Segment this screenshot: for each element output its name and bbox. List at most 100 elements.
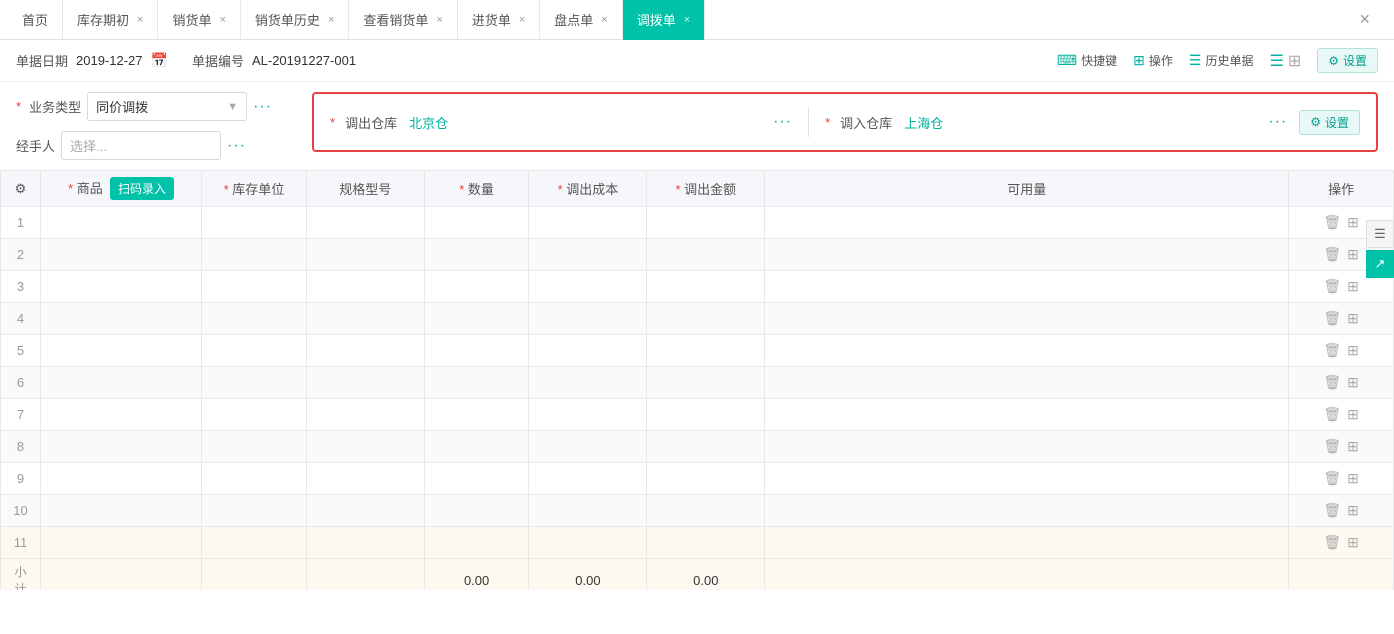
row-cost-11[interactable]: [529, 527, 647, 559]
row-amount-4[interactable]: [647, 303, 765, 335]
scan-button[interactable]: 扫码录入: [110, 177, 174, 200]
operation-button[interactable]: ⊞ 操作: [1133, 52, 1173, 69]
row-product-1[interactable]: [41, 207, 202, 239]
copy-icon-2[interactable]: ⊞: [1347, 246, 1359, 263]
row-available-2[interactable]: [765, 239, 1289, 271]
row-unit-8[interactable]: [202, 431, 307, 463]
row-amount-5[interactable]: [647, 335, 765, 367]
in-warehouse-more-icon[interactable]: ···: [1268, 113, 1287, 131]
delete-icon-7[interactable]: 🗑: [1323, 406, 1341, 423]
delete-icon-10[interactable]: 🗑: [1323, 502, 1341, 519]
float-list-icon[interactable]: ☰: [1366, 220, 1394, 248]
delete-icon-5[interactable]: 🗑: [1323, 342, 1341, 359]
row-spec-8[interactable]: [306, 431, 424, 463]
row-product-4[interactable]: [41, 303, 202, 335]
delete-icon-2[interactable]: 🗑: [1323, 246, 1341, 263]
float-expand-icon[interactable]: ↗: [1366, 250, 1394, 278]
row-available-7[interactable]: [765, 399, 1289, 431]
row-unit-7[interactable]: [202, 399, 307, 431]
row-amount-1[interactable]: [647, 207, 765, 239]
row-quantity-5[interactable]: [424, 335, 529, 367]
row-cost-10[interactable]: [529, 495, 647, 527]
tab-transfer[interactable]: 调拨单 ×: [623, 0, 705, 40]
row-unit-1[interactable]: [202, 207, 307, 239]
row-product-11[interactable]: [41, 527, 202, 559]
row-spec-2[interactable]: [306, 239, 424, 271]
delete-icon-3[interactable]: 🗑: [1323, 278, 1341, 295]
row-amount-6[interactable]: [647, 367, 765, 399]
row-quantity-1[interactable]: [424, 207, 529, 239]
row-unit-5[interactable]: [202, 335, 307, 367]
tab-close-sales[interactable]: ×: [219, 14, 225, 26]
row-cost-4[interactable]: [529, 303, 647, 335]
row-available-11[interactable]: [765, 527, 1289, 559]
row-quantity-9[interactable]: [424, 463, 529, 495]
row-cost-6[interactable]: [529, 367, 647, 399]
history-button[interactable]: ☰ 历史单据: [1189, 52, 1254, 69]
copy-icon-6[interactable]: ⊞: [1347, 374, 1359, 391]
row-unit-6[interactable]: [202, 367, 307, 399]
row-amount-10[interactable]: [647, 495, 765, 527]
row-amount-8[interactable]: [647, 431, 765, 463]
copy-icon-1[interactable]: ⊞: [1347, 214, 1359, 231]
row-available-8[interactable]: [765, 431, 1289, 463]
business-type-more-icon[interactable]: ···: [253, 98, 272, 116]
row-cost-8[interactable]: [529, 431, 647, 463]
out-warehouse-more-icon[interactable]: ···: [773, 113, 792, 131]
delete-icon-11[interactable]: 🗑: [1323, 534, 1341, 551]
row-spec-5[interactable]: [306, 335, 424, 367]
row-quantity-2[interactable]: [424, 239, 529, 271]
row-amount-11[interactable]: [647, 527, 765, 559]
window-close-button[interactable]: ×: [1351, 9, 1378, 30]
list-view-icon[interactable]: ☰: [1269, 51, 1283, 71]
date-value[interactable]: 2019-12-27: [76, 53, 143, 68]
shortcut-button[interactable]: ⌨ 快捷键: [1057, 52, 1117, 69]
row-product-6[interactable]: [41, 367, 202, 399]
row-cost-7[interactable]: [529, 399, 647, 431]
tab-close-stocktake[interactable]: ×: [601, 14, 607, 26]
delete-icon-6[interactable]: 🗑: [1323, 374, 1341, 391]
row-available-1[interactable]: [765, 207, 1289, 239]
row-unit-9[interactable]: [202, 463, 307, 495]
row-unit-3[interactable]: [202, 271, 307, 303]
business-type-select[interactable]: 同价调拨 ▼: [87, 92, 247, 121]
copy-icon-5[interactable]: ⊞: [1347, 342, 1359, 359]
row-cost-5[interactable]: [529, 335, 647, 367]
row-product-10[interactable]: [41, 495, 202, 527]
row-quantity-3[interactable]: [424, 271, 529, 303]
row-product-9[interactable]: [41, 463, 202, 495]
row-available-10[interactable]: [765, 495, 1289, 527]
tab-sales[interactable]: 销货单 ×: [158, 0, 240, 40]
row-available-5[interactable]: [765, 335, 1289, 367]
row-product-8[interactable]: [41, 431, 202, 463]
row-spec-11[interactable]: [306, 527, 424, 559]
row-spec-7[interactable]: [306, 399, 424, 431]
copy-icon-7[interactable]: ⊞: [1347, 406, 1359, 423]
tab-close-transfer[interactable]: ×: [684, 14, 690, 26]
row-spec-10[interactable]: [306, 495, 424, 527]
tab-view-sales[interactable]: 查看销货单 ×: [349, 0, 457, 40]
row-quantity-6[interactable]: [424, 367, 529, 399]
row-available-3[interactable]: [765, 271, 1289, 303]
row-product-5[interactable]: [41, 335, 202, 367]
tab-close-view-sales[interactable]: ×: [436, 14, 442, 26]
row-product-2[interactable]: [41, 239, 202, 271]
row-amount-7[interactable]: [647, 399, 765, 431]
row-spec-1[interactable]: [306, 207, 424, 239]
row-available-9[interactable]: [765, 463, 1289, 495]
row-available-6[interactable]: [765, 367, 1289, 399]
row-cost-3[interactable]: [529, 271, 647, 303]
row-spec-6[interactable]: [306, 367, 424, 399]
tab-home[interactable]: 首页: [8, 0, 63, 40]
copy-icon-9[interactable]: ⊞: [1347, 470, 1359, 487]
row-cost-2[interactable]: [529, 239, 647, 271]
tab-close-sales-history[interactable]: ×: [328, 14, 334, 26]
row-product-7[interactable]: [41, 399, 202, 431]
box-setting-button[interactable]: ⚙ 设置: [1299, 110, 1360, 135]
out-warehouse-value[interactable]: 北京仓: [409, 113, 448, 132]
row-quantity-4[interactable]: [424, 303, 529, 335]
row-quantity-10[interactable]: [424, 495, 529, 527]
delete-icon-8[interactable]: 🗑: [1323, 438, 1341, 455]
copy-icon-11[interactable]: ⊞: [1347, 534, 1359, 551]
row-quantity-7[interactable]: [424, 399, 529, 431]
